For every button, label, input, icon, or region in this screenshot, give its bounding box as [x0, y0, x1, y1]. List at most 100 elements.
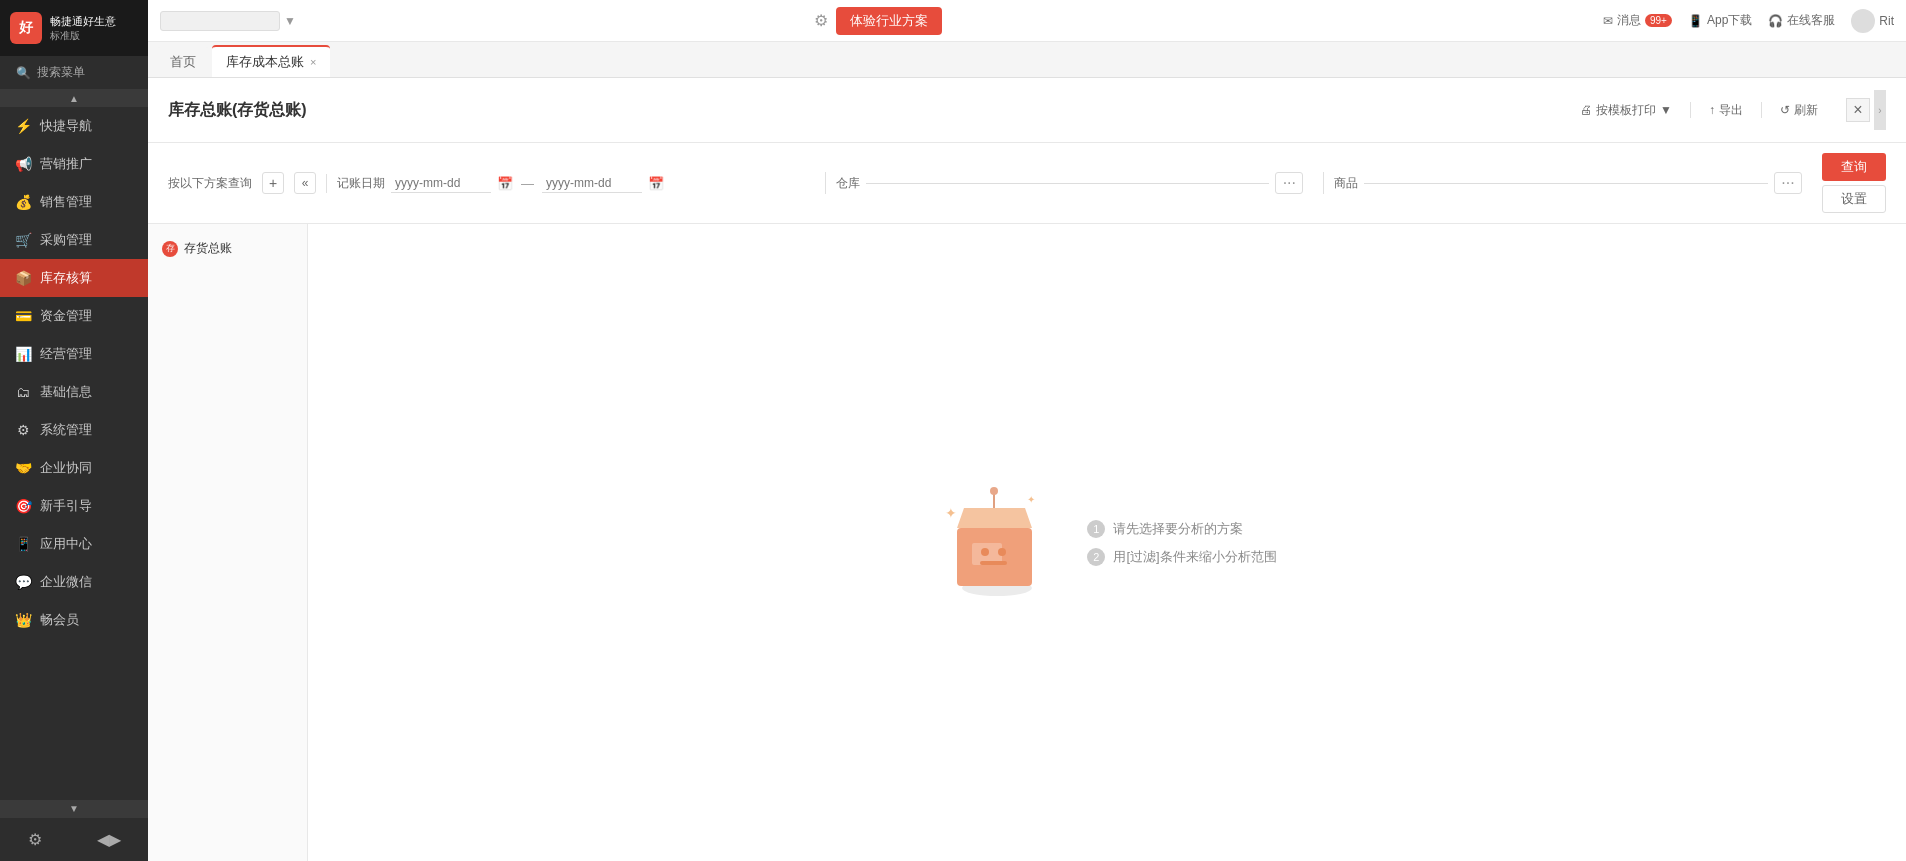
cooperation-icon: 🤝	[14, 459, 32, 477]
purchase-icon: 🛒	[14, 231, 32, 249]
filter-date-dash: —	[521, 176, 534, 191]
topbar-messages[interactable]: ✉ 消息 99+	[1603, 12, 1672, 29]
sidebar-item-marketing[interactable]: 📢 营销推广	[0, 145, 148, 183]
filter-collapse-btn[interactable]: «	[294, 172, 316, 194]
breadcrumb-input[interactable]	[160, 11, 280, 31]
logo-icon: 好	[10, 12, 42, 44]
logo-text: 畅捷通好生意 标准版	[50, 14, 116, 41]
newbie-icon: 🎯	[14, 497, 32, 515]
scheme-panel: 存 存货总账	[148, 224, 308, 861]
inventory-icon: 📦	[14, 269, 32, 287]
tab-inventory-close[interactable]: ×	[310, 56, 316, 68]
message-badge: 99+	[1645, 14, 1672, 27]
sidebar-item-finance[interactable]: 💳 资金管理	[0, 297, 148, 335]
svg-text:✦: ✦	[1027, 494, 1035, 505]
sidebar-search[interactable]: 🔍 搜索菜单	[0, 56, 148, 90]
empty-state-inner: ✦ ✦ 1 请先选择要分析的方案 2 用[过滤]条件来缩小分析范围	[937, 483, 1276, 603]
sidebar-collapse-btn[interactable]: ◀▶	[89, 826, 129, 853]
sidebar-item-cooperation[interactable]: 🤝 企业协同	[0, 449, 148, 487]
wechat-icon: 💬	[14, 573, 32, 591]
content-expand-btn[interactable]: ›	[1874, 90, 1886, 130]
sidebar-item-wechat[interactable]: 💬 企业微信	[0, 563, 148, 601]
topbar-right: ✉ 消息 99+ 📱 App下载 🎧 在线客服 Rit	[1603, 9, 1894, 33]
sidebar-item-quick-nav[interactable]: ⚡ 快捷导航	[0, 107, 148, 145]
topbar: ▼ ⚙ 体验行业方案 ✉ 消息 99+ 📱 App下载 🎧 在线客服 Rit	[148, 0, 1906, 42]
refresh-btn[interactable]: ↺ 刷新	[1772, 98, 1826, 123]
scheme-item-label: 存货总账	[184, 240, 232, 257]
finance-icon: 💳	[14, 307, 32, 325]
filter-actions: 查询 设置	[1822, 153, 1886, 213]
print-btn[interactable]: 🖨 按模板打印 ▼	[1572, 98, 1680, 123]
tab-inventory-ledger[interactable]: 库存成本总账 ×	[212, 45, 330, 77]
industry-btn[interactable]: 体验行业方案	[836, 7, 942, 35]
sidebar-item-operation[interactable]: 📊 经营管理	[0, 335, 148, 373]
filter-product-label: 商品	[1334, 175, 1358, 192]
basic-icon: 🗂	[14, 383, 32, 401]
tab-inventory-label: 库存成本总账	[226, 53, 304, 71]
empty-hints: 1 请先选择要分析的方案 2 用[过滤]条件来缩小分析范围	[1087, 520, 1276, 566]
filter-warehouse-section: 仓库 ···	[825, 172, 1314, 194]
hint-num-1: 1	[1087, 520, 1105, 538]
filter-bar: 按以下方案查询 + « 记账日期 📅 — 📅 仓库 ··· 商品	[148, 143, 1906, 224]
sidebar-settings-btn[interactable]: ⚙	[20, 826, 50, 853]
sidebar-item-inventory[interactable]: 📦 库存核算	[0, 259, 148, 297]
content-body: 存 存货总账	[148, 224, 1906, 861]
marketing-icon: 📢	[14, 155, 32, 173]
svg-point-4	[981, 548, 989, 556]
hint-item-2: 2 用[过滤]条件来缩小分析范围	[1087, 548, 1276, 566]
operation-icon: 📊	[14, 345, 32, 363]
filter-bar-label: 按以下方案查询	[168, 175, 252, 192]
query-btn[interactable]: 查询	[1822, 153, 1886, 181]
sidebar-item-sales[interactable]: 💰 销售管理	[0, 183, 148, 221]
actions-divider	[1690, 102, 1691, 118]
sidebar-item-newbie[interactable]: 🎯 新手引导	[0, 487, 148, 525]
sidebar-item-apps[interactable]: 📱 应用中心	[0, 525, 148, 563]
topbar-online-service[interactable]: 🎧 在线客服	[1768, 12, 1835, 29]
sidebar-item-members[interactable]: 👑 畅会员	[0, 601, 148, 639]
sidebar-item-system[interactable]: ⚙ 系统管理	[0, 411, 148, 449]
headset-icon: 🎧	[1768, 14, 1783, 28]
apps-icon: 📱	[14, 535, 32, 553]
filter-add-btn[interactable]: +	[262, 172, 284, 194]
hint-text-2: 用[过滤]条件来缩小分析范围	[1113, 548, 1276, 566]
filter-warehouse-label: 仓库	[836, 175, 860, 192]
user-name: Rit	[1879, 14, 1894, 28]
members-icon: 👑	[14, 611, 32, 629]
sidebar-scroll-up[interactable]: ▲	[0, 90, 148, 107]
filter-settings-btn[interactable]: 设置	[1822, 185, 1886, 213]
topbar-gear-icon[interactable]: ⚙	[814, 11, 828, 30]
empty-state: ✦ ✦ 1 请先选择要分析的方案 2 用[过滤]条件来缩小分析范围	[308, 224, 1906, 861]
hint-item-1: 1 请先选择要分析的方案	[1087, 520, 1276, 538]
sidebar-scroll-down[interactable]: ▼	[0, 800, 148, 817]
refresh-icon: ↺	[1780, 103, 1790, 117]
export-btn[interactable]: ↑ 导出	[1701, 98, 1751, 123]
tab-home-label: 首页	[170, 53, 196, 71]
filter-date-start[interactable]	[391, 174, 491, 193]
svg-point-8	[990, 487, 998, 495]
filter-date-label: 记账日期	[337, 175, 385, 192]
svg-text:✦: ✦	[945, 505, 957, 521]
breadcrumb-chevron-icon: ▼	[284, 14, 296, 28]
tabbar: 首页 库存成本总账 ×	[148, 42, 1906, 78]
actions-divider2	[1761, 102, 1762, 118]
filter-date-end[interactable]	[542, 174, 642, 193]
topbar-app-download[interactable]: 📱 App下载	[1688, 12, 1752, 29]
filter-product-more[interactable]: ···	[1774, 172, 1802, 194]
sidebar-item-basic[interactable]: 🗂 基础信息	[0, 373, 148, 411]
user-avatar	[1851, 9, 1875, 33]
sidebar-item-purchase[interactable]: 🛒 采购管理	[0, 221, 148, 259]
phone-icon: 📱	[1688, 14, 1703, 28]
message-icon: ✉	[1603, 14, 1613, 28]
calendar-start-icon[interactable]: 📅	[497, 176, 513, 191]
scheme-item-inventory[interactable]: 存 存货总账	[148, 232, 307, 265]
scheme-item-icon: 存	[162, 241, 178, 257]
tab-home[interactable]: 首页	[156, 47, 210, 77]
calendar-end-icon[interactable]: 📅	[648, 176, 664, 191]
svg-rect-6	[980, 561, 1007, 565]
svg-point-5	[998, 548, 1006, 556]
app-logo: 好 畅捷通好生意 标准版	[0, 0, 148, 56]
topbar-user[interactable]: Rit	[1851, 9, 1894, 33]
filter-warehouse-more[interactable]: ···	[1275, 172, 1303, 194]
search-icon: 🔍	[16, 66, 31, 80]
content-close-btn[interactable]: ×	[1846, 98, 1870, 122]
